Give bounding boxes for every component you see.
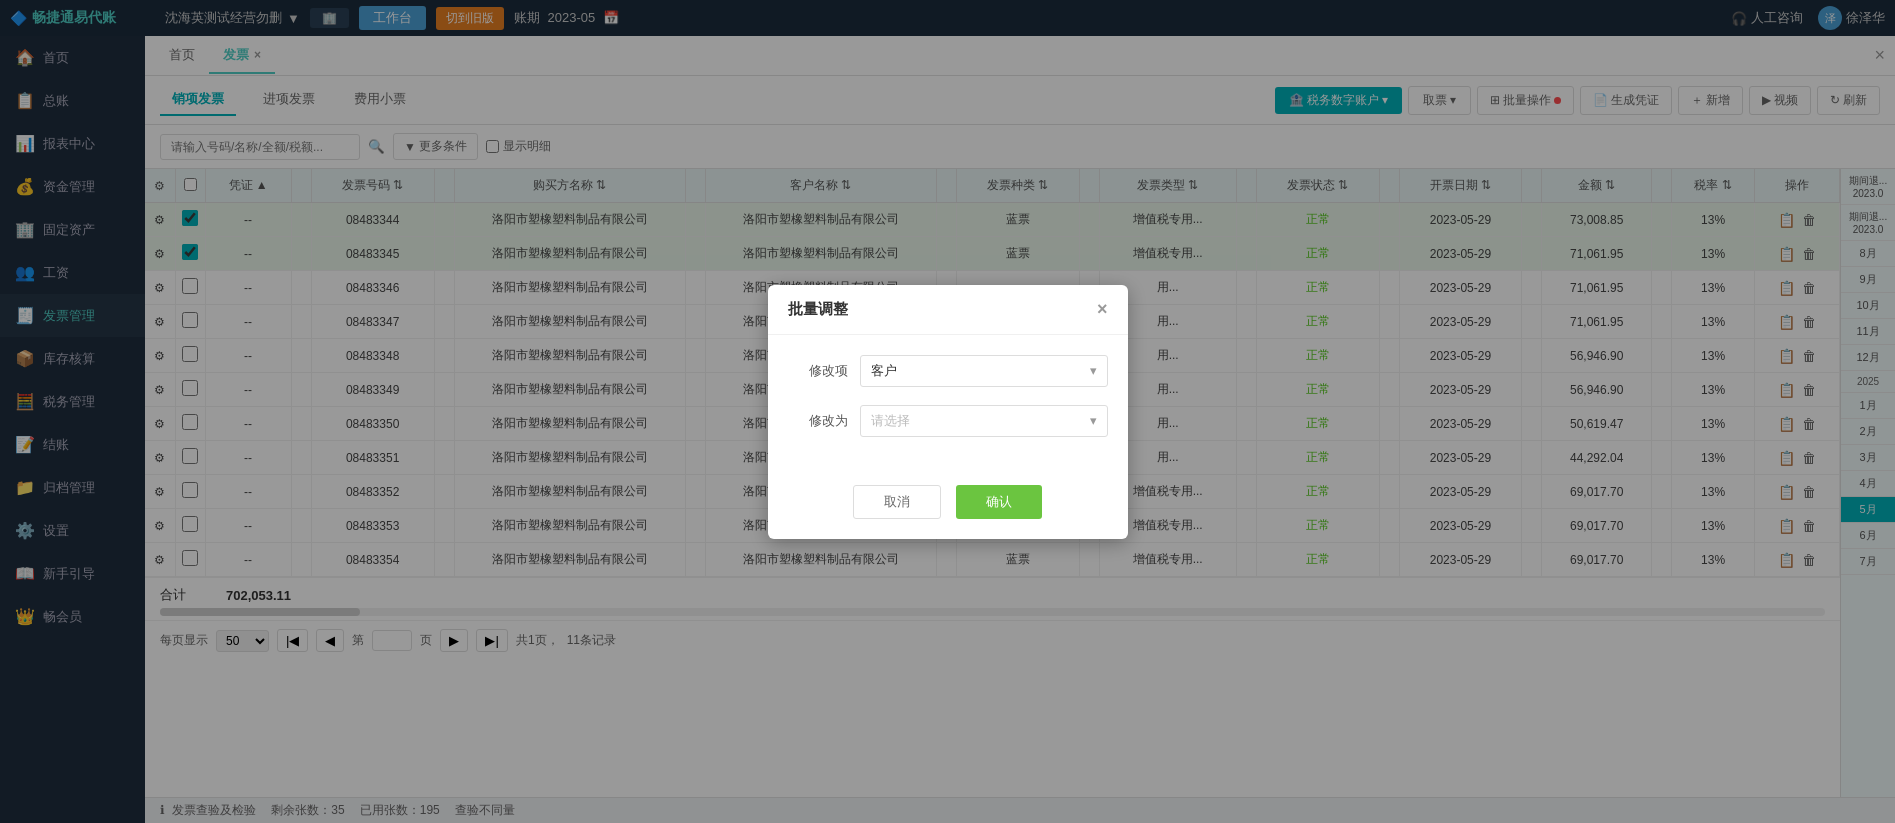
form-row-value: 修改为 请选择 ▾ (788, 405, 1108, 437)
modal-overlay: 批量调整 × 修改项 客户 ▾ 修改为 请选择 ▾ 取消 (0, 0, 1895, 823)
modal-body: 修改项 客户 ▾ 修改为 请选择 ▾ (768, 335, 1128, 475)
field-label: 修改项 (788, 362, 848, 380)
value-label: 修改为 (788, 412, 848, 430)
modal-cancel-btn[interactable]: 取消 (853, 485, 941, 519)
batch-adjust-modal: 批量调整 × 修改项 客户 ▾ 修改为 请选择 ▾ 取消 (768, 285, 1128, 539)
value-select[interactable]: 请选择 ▾ (860, 405, 1108, 437)
modal-confirm-btn[interactable]: 确认 (956, 485, 1042, 519)
modal-close-btn[interactable]: × (1097, 299, 1108, 320)
modal-header: 批量调整 × (768, 285, 1128, 335)
modal-footer: 取消 确认 (768, 475, 1128, 539)
value-select-arrow-icon: ▾ (1090, 413, 1097, 428)
form-row-field: 修改项 客户 ▾ (788, 355, 1108, 387)
field-select[interactable]: 客户 ▾ (860, 355, 1108, 387)
field-select-arrow-icon: ▾ (1090, 363, 1097, 378)
